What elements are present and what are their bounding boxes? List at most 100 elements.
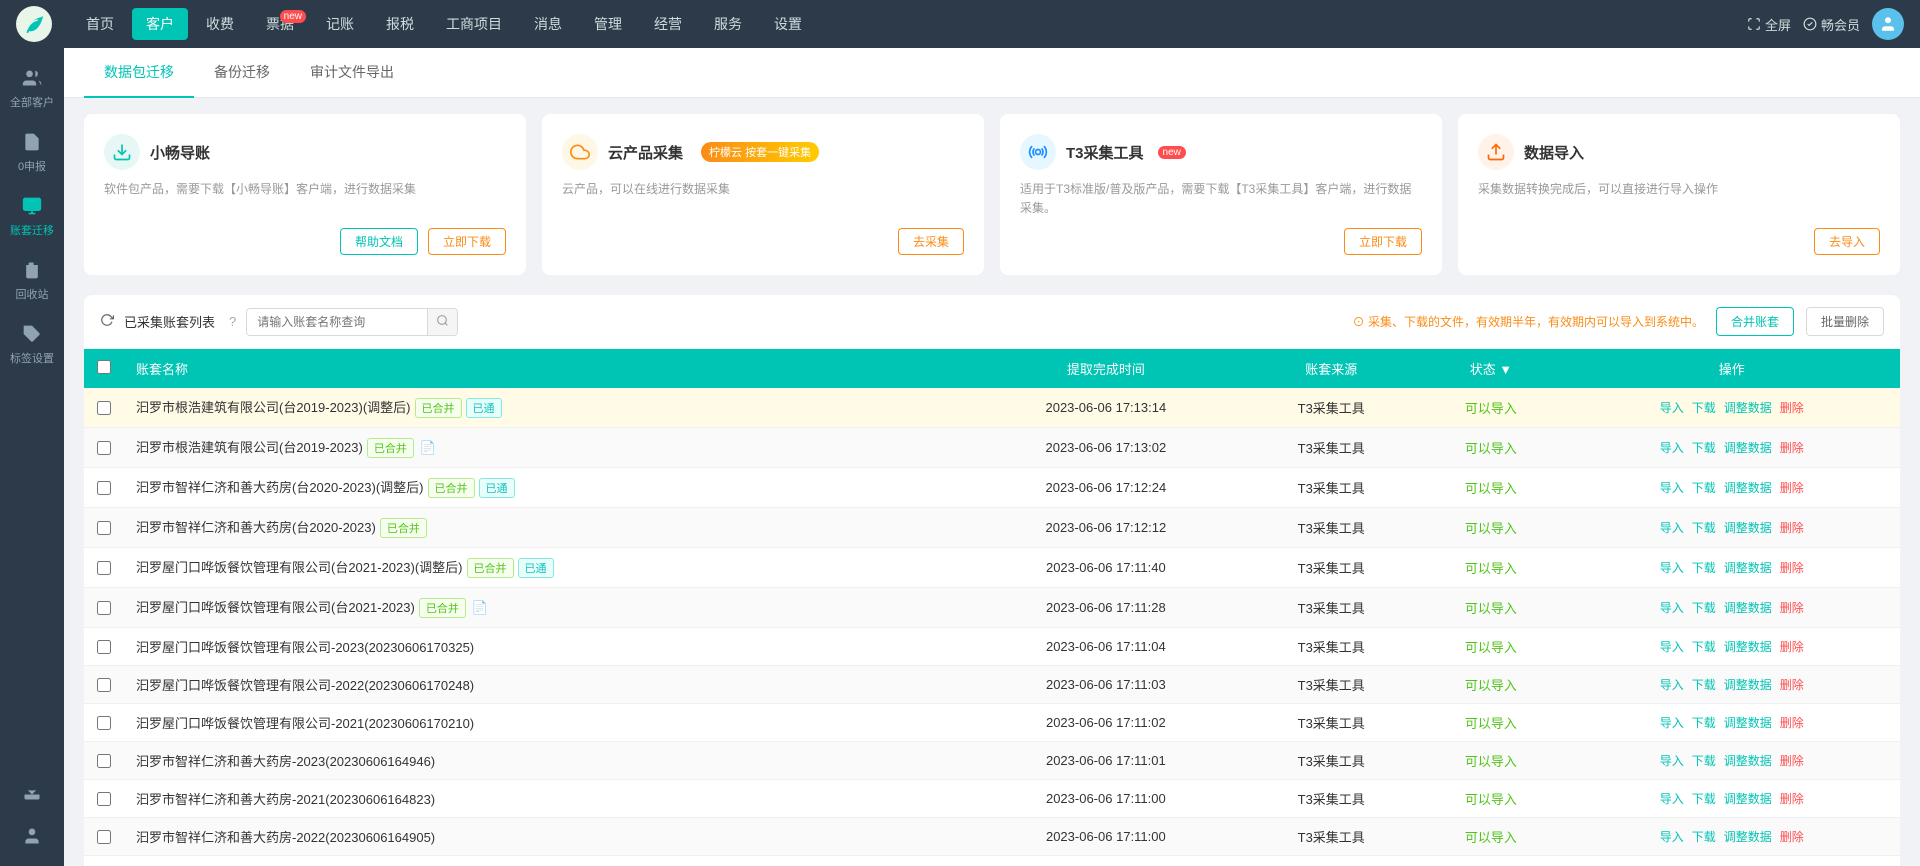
op-下载-btn[interactable]: 下载 [1688, 401, 1720, 415]
tab-data-migration[interactable]: 数据包迁移 [84, 48, 194, 98]
merge-accounts-button[interactable]: 合并账套 [1716, 307, 1794, 336]
op-调整数据-btn[interactable]: 调整数据 [1720, 521, 1776, 535]
op-调整数据-btn[interactable]: 调整数据 [1720, 401, 1776, 415]
cloud-icon[interactable]: 📄 [472, 600, 488, 615]
nav-operation[interactable]: 经营 [640, 8, 696, 40]
app-logo[interactable] [16, 6, 52, 42]
op-导入-btn[interactable]: 导入 [1656, 678, 1688, 692]
op-下载-btn[interactable]: 下载 [1688, 561, 1720, 575]
nav-bookkeeping[interactable]: 记账 [312, 8, 368, 40]
op-下载-btn[interactable]: 下载 [1688, 830, 1720, 844]
op-删除-btn[interactable]: 删除 [1776, 716, 1808, 730]
nav-tax[interactable]: 报税 [372, 8, 428, 40]
op-导入-btn[interactable]: 导入 [1656, 716, 1688, 730]
op-删除-btn[interactable]: 删除 [1776, 830, 1808, 844]
op-调整数据-btn[interactable]: 调整数据 [1720, 561, 1776, 575]
refresh-icon[interactable] [100, 313, 114, 330]
op-删除-btn[interactable]: 删除 [1776, 521, 1808, 535]
op-下载-btn[interactable]: 下载 [1688, 601, 1720, 615]
cloud-icon[interactable]: 📄 [420, 440, 436, 455]
nav-service[interactable]: 服务 [700, 8, 756, 40]
row-checkbox[interactable] [97, 754, 111, 768]
op-下载-btn[interactable]: 下载 [1688, 792, 1720, 806]
op-导入-btn[interactable]: 导入 [1656, 561, 1688, 575]
op-下载-btn[interactable]: 下载 [1688, 754, 1720, 768]
op-调整数据-btn[interactable]: 调整数据 [1720, 441, 1776, 455]
row-checkbox[interactable] [97, 481, 111, 495]
nav-business[interactable]: 工商项目 [432, 8, 516, 40]
row-checkbox[interactable] [97, 401, 111, 415]
op-删除-btn[interactable]: 删除 [1776, 401, 1808, 415]
search-input[interactable] [247, 310, 427, 334]
yuncp-collect-btn[interactable]: 去采集 [898, 228, 964, 255]
row-checkbox[interactable] [97, 441, 111, 455]
vip-btn[interactable]: 畅会员 [1803, 15, 1860, 34]
op-删除-btn[interactable]: 删除 [1776, 601, 1808, 615]
nav-client[interactable]: 客户 [132, 8, 188, 40]
row-checkbox[interactable] [97, 640, 111, 654]
op-下载-btn[interactable]: 下载 [1688, 716, 1720, 730]
sidebar-item-zero-report[interactable]: 0申报 [0, 120, 64, 184]
op-下载-btn[interactable]: 下载 [1688, 521, 1720, 535]
nav-invoice[interactable]: 票据 new [252, 8, 308, 40]
batch-delete-button[interactable]: 批量删除 [1806, 307, 1884, 336]
row-checkbox[interactable] [97, 716, 111, 730]
op-调整数据-btn[interactable]: 调整数据 [1720, 678, 1776, 692]
list-help-icon[interactable]: ? [229, 314, 236, 329]
op-导入-btn[interactable]: 导入 [1656, 754, 1688, 768]
row-checkbox[interactable] [97, 678, 111, 692]
sidebar-item-download[interactable] [14, 770, 50, 814]
sidebar-item-account-migration[interactable]: 账套迁移 [0, 184, 64, 248]
select-all-checkbox[interactable] [97, 360, 111, 374]
op-删除-btn[interactable]: 删除 [1776, 678, 1808, 692]
nav-message[interactable]: 消息 [520, 8, 576, 40]
op-导入-btn[interactable]: 导入 [1656, 481, 1688, 495]
op-调整数据-btn[interactable]: 调整数据 [1720, 716, 1776, 730]
sidebar-item-all-clients[interactable]: 全部客户 [0, 56, 64, 120]
sidebar-item-user-settings[interactable] [14, 814, 50, 858]
op-下载-btn[interactable]: 下载 [1688, 640, 1720, 654]
op-导入-btn[interactable]: 导入 [1656, 640, 1688, 654]
row-checkbox[interactable] [97, 521, 111, 535]
op-删除-btn[interactable]: 删除 [1776, 481, 1808, 495]
nav-home[interactable]: 首页 [72, 8, 128, 40]
op-调整数据-btn[interactable]: 调整数据 [1720, 481, 1776, 495]
nav-fee[interactable]: 收费 [192, 8, 248, 40]
op-调整数据-btn[interactable]: 调整数据 [1720, 601, 1776, 615]
op-导入-btn[interactable]: 导入 [1656, 792, 1688, 806]
sidebar-item-tag-settings[interactable]: 标签设置 [0, 312, 64, 376]
op-调整数据-btn[interactable]: 调整数据 [1720, 830, 1776, 844]
op-删除-btn[interactable]: 删除 [1776, 754, 1808, 768]
op-删除-btn[interactable]: 删除 [1776, 640, 1808, 654]
op-下载-btn[interactable]: 下载 [1688, 441, 1720, 455]
op-导入-btn[interactable]: 导入 [1656, 401, 1688, 415]
nav-manage[interactable]: 管理 [580, 8, 636, 40]
op-调整数据-btn[interactable]: 调整数据 [1720, 640, 1776, 654]
op-删除-btn[interactable]: 删除 [1776, 792, 1808, 806]
dataimport-go-btn[interactable]: 去导入 [1814, 228, 1880, 255]
xiaochang-help-btn[interactable]: 帮助文档 [340, 228, 418, 255]
t3tool-download-btn[interactable]: 立即下载 [1344, 228, 1422, 255]
op-调整数据-btn[interactable]: 调整数据 [1720, 754, 1776, 768]
row-checkbox[interactable] [97, 561, 111, 575]
op-删除-btn[interactable]: 删除 [1776, 441, 1808, 455]
row-checkbox[interactable] [97, 830, 111, 844]
op-导入-btn[interactable]: 导入 [1656, 830, 1688, 844]
user-avatar[interactable] [1872, 8, 1904, 40]
op-删除-btn[interactable]: 删除 [1776, 561, 1808, 575]
search-button[interactable] [427, 309, 457, 335]
op-导入-btn[interactable]: 导入 [1656, 441, 1688, 455]
xiaochang-download-btn[interactable]: 立即下载 [428, 228, 506, 255]
row-checkbox[interactable] [97, 601, 111, 615]
tab-backup-migration[interactable]: 备份迁移 [194, 48, 290, 98]
op-导入-btn[interactable]: 导入 [1656, 601, 1688, 615]
op-下载-btn[interactable]: 下载 [1688, 678, 1720, 692]
row-checkbox[interactable] [97, 792, 111, 806]
op-调整数据-btn[interactable]: 调整数据 [1720, 792, 1776, 806]
fullscreen-btn[interactable]: 全屏 [1747, 15, 1791, 34]
sidebar-item-recycle[interactable]: 回收站 [0, 248, 64, 312]
nav-settings[interactable]: 设置 [760, 8, 816, 40]
op-下载-btn[interactable]: 下载 [1688, 481, 1720, 495]
op-导入-btn[interactable]: 导入 [1656, 521, 1688, 535]
tab-audit-export[interactable]: 审计文件导出 [290, 48, 414, 98]
